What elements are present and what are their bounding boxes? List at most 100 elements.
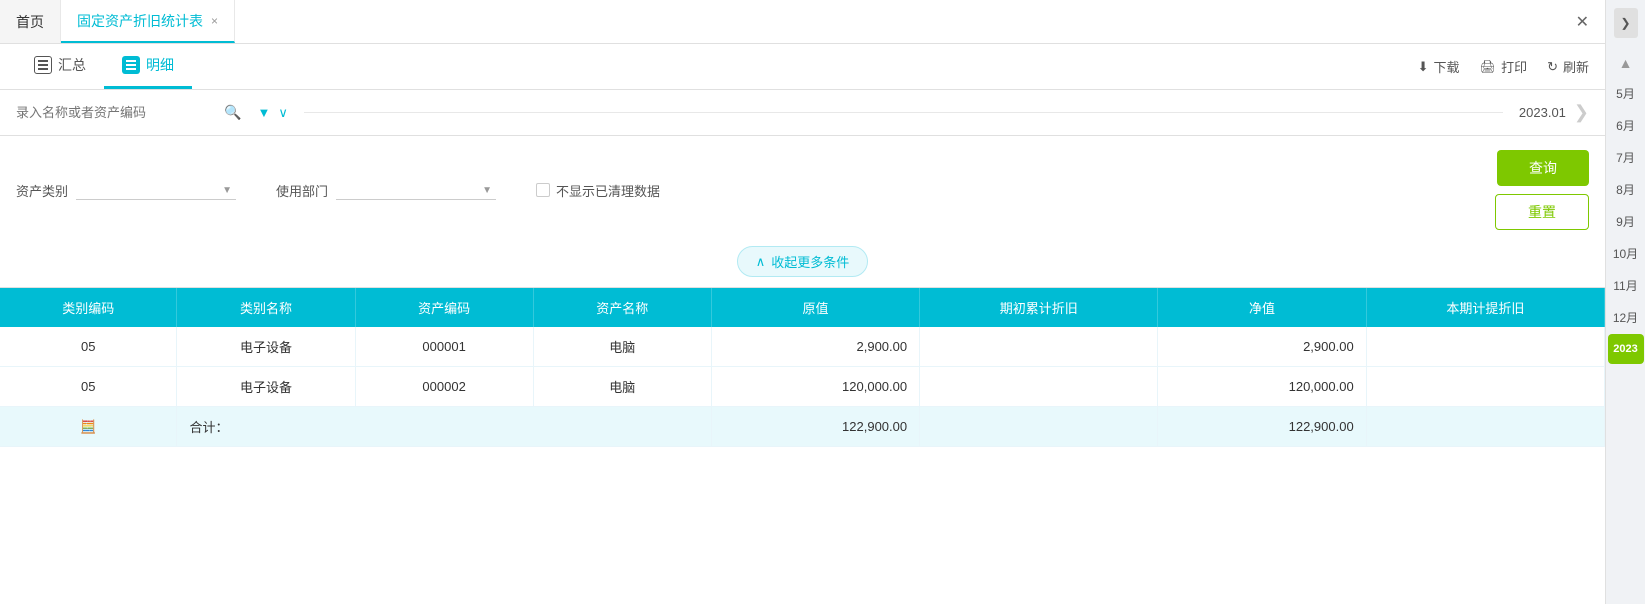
collapse-up-icon: ∧ — [756, 254, 766, 270]
row2-accumulated-depreciation — [920, 367, 1158, 407]
right-sidebar: ❯ ▲ 5月 6月 7月 8月 9月 10月 11月 12月 2023 — [1605, 0, 1645, 604]
collapse-row: ∧ 收起更多条件 — [16, 240, 1589, 277]
sub-tabs: 汇总 明细 — [16, 44, 192, 89]
col-net-value: 净值 — [1158, 288, 1366, 327]
filter-row: 资产类别 ▼ 使用部门 ▼ 不显示已清理数 — [16, 150, 1589, 230]
query-button[interactable]: 查询 — [1497, 150, 1589, 186]
filter-area: 资产类别 ▼ 使用部门 ▼ 不显示已清理数 — [0, 136, 1605, 288]
download-label: 下载 — [1434, 57, 1460, 76]
collapse-label: 收起更多条件 — [771, 252, 849, 271]
total-accumulated-depreciation — [920, 407, 1158, 447]
tab-summary-label: 汇总 — [58, 55, 86, 75]
more-conditions-button[interactable]: ▼ ∨ — [257, 105, 287, 121]
divider — [304, 112, 1503, 113]
total-icon-cell: 🧮 — [0, 407, 177, 447]
month-11[interactable]: 11月 — [1608, 270, 1644, 300]
tab-active-label: 固定资产折旧统计表 — [77, 11, 203, 31]
total-row: 🧮 合计： 122,900.00 122,900.00 — [0, 407, 1605, 447]
row2-category-code: 05 — [0, 367, 177, 407]
search-icon[interactable]: 🔍 — [224, 104, 241, 121]
summary-icon — [34, 56, 52, 74]
calculator-icon: 🧮 — [80, 419, 96, 434]
tab-bar: 首页 固定资产折旧统计表 × ✕ — [0, 0, 1605, 44]
col-accumulated-depreciation: 期初累计折旧 — [920, 288, 1158, 327]
row2-asset-name: 电脑 — [533, 367, 711, 407]
month-8[interactable]: 8月 — [1608, 174, 1644, 204]
tab-home[interactable]: 首页 — [0, 0, 61, 43]
total-label: 合计： — [177, 407, 711, 447]
month-12[interactable]: 12月 — [1608, 302, 1644, 332]
dept-select[interactable] — [336, 180, 496, 200]
tab-summary[interactable]: 汇总 — [16, 44, 104, 89]
tab-detail-label: 明细 — [146, 55, 174, 75]
filter-icon: ▼ — [257, 105, 270, 120]
refresh-icon: ↻ — [1547, 59, 1558, 75]
row2-original-value: 120,000.00 — [711, 367, 919, 407]
window-close-button[interactable]: ✕ — [1560, 12, 1605, 32]
filter-buttons: 查询 重置 — [1495, 150, 1589, 230]
month-7[interactable]: 7月 — [1608, 142, 1644, 172]
dept-label: 使用部门 — [276, 181, 328, 200]
col-original-value: 原值 — [711, 288, 919, 327]
year-2023[interactable]: 2023 — [1608, 334, 1644, 364]
dept-filter: 使用部门 ▼ — [276, 180, 496, 200]
sub-tab-bar: 汇总 明细 ⬇ 下载 🖨 打印 ↻ 刷新 — [0, 44, 1605, 90]
asset-type-select[interactable] — [76, 180, 236, 200]
row1-original-value: 2,900.00 — [711, 327, 919, 367]
col-category-name: 类别名称 — [177, 288, 355, 327]
month-10[interactable]: 10月 — [1608, 238, 1644, 268]
row1-asset-code: 000001 — [355, 327, 533, 367]
month-9[interactable]: 9月 — [1608, 206, 1644, 236]
download-button[interactable]: ⬇ 下载 — [1418, 57, 1460, 76]
row2-current-depreciation — [1366, 367, 1604, 407]
sidebar-toggle-arrow[interactable]: ❯ — [1574, 102, 1589, 123]
row2-asset-code: 000002 — [355, 367, 533, 407]
row1-net-value: 2,900.00 — [1158, 327, 1366, 367]
col-current-depreciation: 本期计提折旧 — [1366, 288, 1604, 327]
detail-icon — [122, 56, 140, 74]
row1-category-name: 电子设备 — [177, 327, 355, 367]
month-up-arrow[interactable]: ▲ — [1608, 50, 1644, 76]
total-original-value: 122,900.00 — [711, 407, 919, 447]
month-5[interactable]: 5月 — [1608, 78, 1644, 108]
tab-detail[interactable]: 明细 — [104, 44, 192, 89]
print-button[interactable]: 🖨 打印 — [1480, 57, 1528, 76]
print-label: 打印 — [1501, 57, 1527, 76]
search-bar: 🔍 ▼ ∨ 2023.01 ❯ — [0, 90, 1605, 136]
row1-accumulated-depreciation — [920, 327, 1158, 367]
table-row[interactable]: 05 电子设备 000002 电脑 120,000.00 120,000.00 — [0, 367, 1605, 407]
asset-type-filter: 资产类别 ▼ — [16, 180, 236, 200]
chevron-down-icon: ∨ — [278, 105, 288, 121]
row1-category-code: 05 — [0, 327, 177, 367]
refresh-button[interactable]: ↻ 刷新 — [1547, 57, 1589, 76]
asset-type-label: 资产类别 — [16, 181, 68, 200]
row1-current-depreciation — [1366, 327, 1604, 367]
hide-cleared-checkbox[interactable] — [536, 183, 550, 197]
hide-cleared-label: 不显示已清理数据 — [556, 181, 660, 200]
search-input[interactable] — [16, 105, 216, 120]
tab-home-label: 首页 — [16, 12, 44, 32]
month-6[interactable]: 6月 — [1608, 110, 1644, 140]
refresh-label: 刷新 — [1563, 57, 1589, 76]
print-icon: 🖨 — [1480, 59, 1497, 75]
col-category-code: 类别编码 — [0, 288, 177, 327]
toolbar-actions: ⬇ 下载 🖨 打印 ↻ 刷新 — [1418, 57, 1589, 76]
row1-asset-name: 电脑 — [533, 327, 711, 367]
table-header-row: 类别编码 类别名称 资产编码 资产名称 原值 期初累计折旧 净值 本期计提折旧 — [0, 288, 1605, 327]
row2-net-value: 120,000.00 — [1158, 367, 1366, 407]
collapse-button[interactable]: ∧ 收起更多条件 — [737, 246, 869, 277]
date-label: 2023.01 — [1519, 105, 1566, 120]
tab-active[interactable]: 固定资产折旧统计表 × — [61, 0, 235, 43]
col-asset-name: 资产名称 — [533, 288, 711, 327]
tab-close-icon[interactable]: × — [211, 14, 218, 28]
table-row[interactable]: 05 电子设备 000001 电脑 2,900.00 2,900.00 — [0, 327, 1605, 367]
col-asset-code: 资产编码 — [355, 288, 533, 327]
sidebar-collapse-arrow[interactable]: ❯ — [1614, 8, 1638, 38]
hide-cleared-group: 不显示已清理数据 — [536, 181, 660, 200]
reset-button[interactable]: 重置 — [1495, 194, 1589, 230]
table-container: 类别编码 类别名称 资产编码 资产名称 原值 期初累计折旧 净值 本期计提折旧 … — [0, 288, 1605, 604]
data-table: 类别编码 类别名称 资产编码 资产名称 原值 期初累计折旧 净值 本期计提折旧 … — [0, 288, 1605, 447]
total-current-depreciation — [1366, 407, 1604, 447]
total-net-value: 122,900.00 — [1158, 407, 1366, 447]
row2-category-name: 电子设备 — [177, 367, 355, 407]
